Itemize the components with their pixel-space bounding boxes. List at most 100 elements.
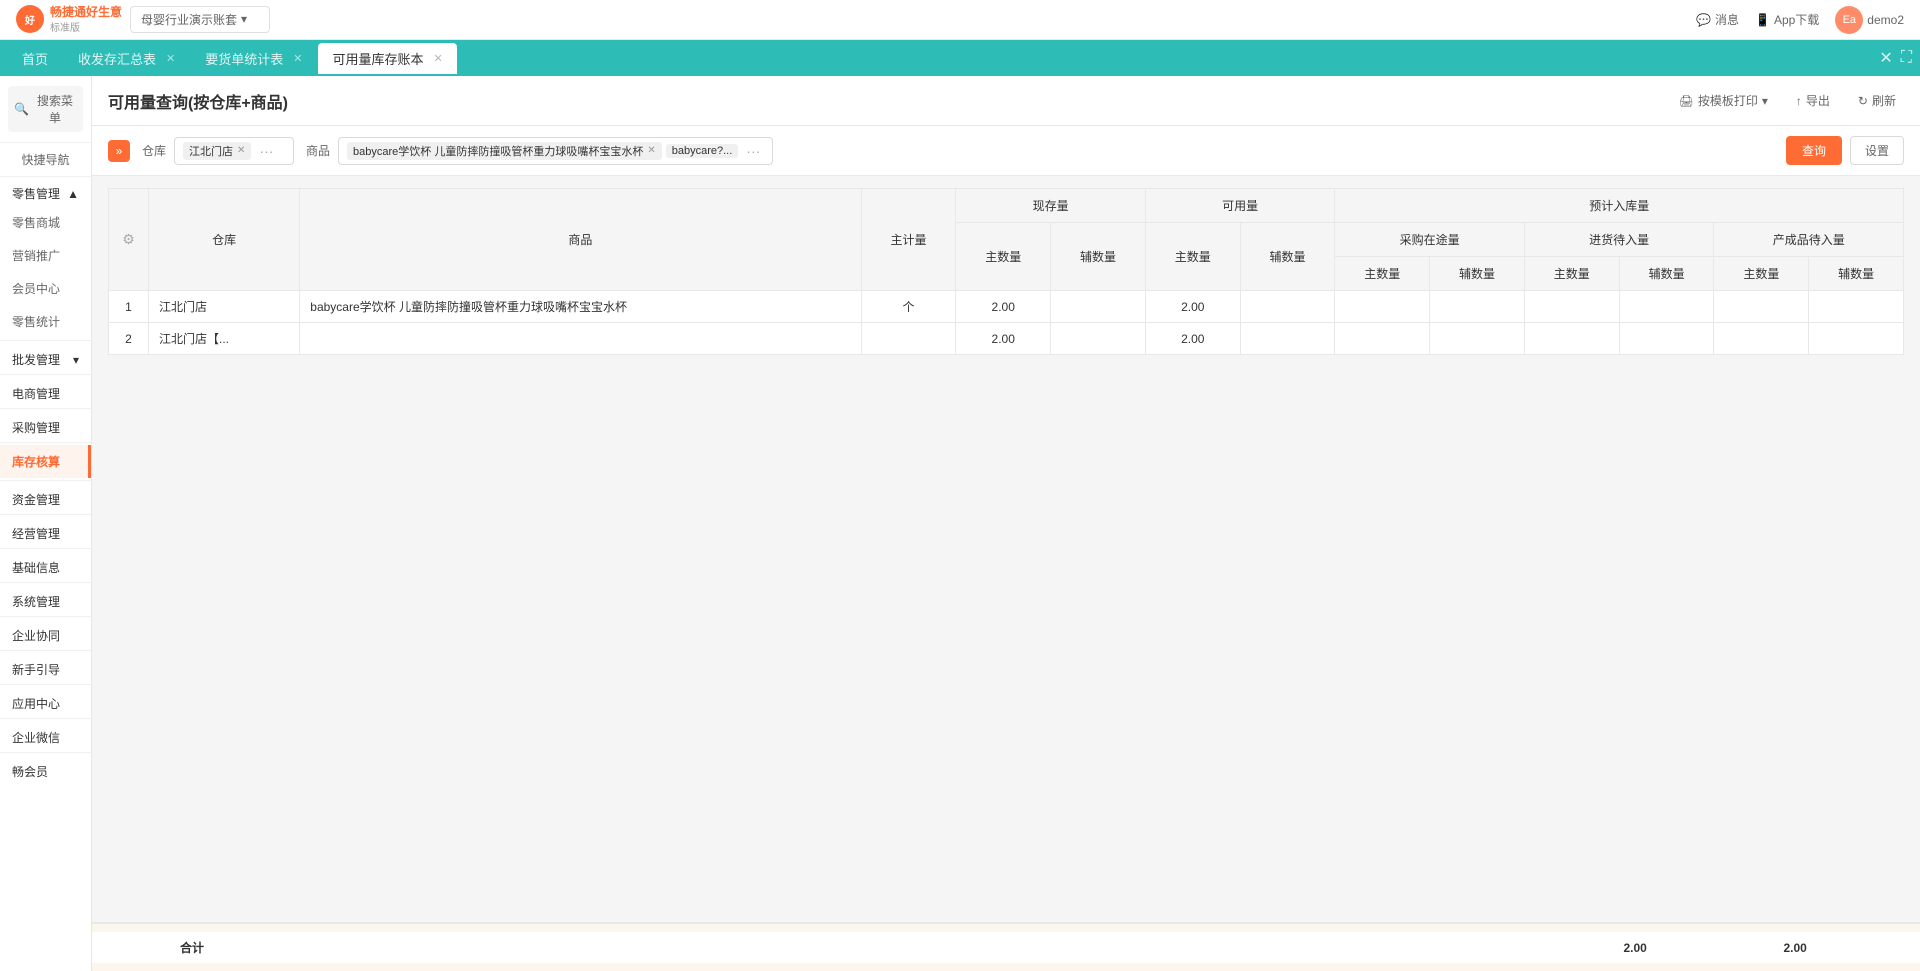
print-template-button[interactable]: 🖨 按模板打印 ▾ [1671,88,1776,113]
cell-pp-main [1714,323,1809,355]
sidebar-section-header-finance[interactable]: 资金管理 [0,483,91,512]
divider-5 [0,480,91,481]
sidebar-section-header-newguide[interactable]: 新手引导 [0,653,91,682]
sidebar-section-header-basic[interactable]: 基础信息 [0,551,91,580]
window-maximize-icon[interactable]: ⛶ [1901,49,1912,67]
logo-text-block: 畅捷通好生意 标准版 [50,5,122,34]
sidebar-section-header-enterprise[interactable]: 企业协同 [0,619,91,648]
cell-ip-aux [1619,291,1714,323]
chevron-icon-2: ▾ [73,353,79,367]
cell-pt-main [1335,323,1430,355]
tab-home[interactable]: 首页 [8,43,62,74]
divider-6 [0,514,91,515]
tab-yaohuo-close[interactable]: ✕ [293,52,302,65]
search-menu-label: 搜索菜单 [33,92,77,126]
cell-ip-aux [1619,323,1714,355]
footer-label: 合计 [132,932,252,963]
footer-empty-1 [92,932,132,963]
warehouse-more-icon[interactable]: ··· [255,143,277,159]
th-pp-aux: 辅数量 [1809,257,1904,291]
data-table: ⚙ 仓库 商品 主计量 现存量 可用量 预计入库量 主数量 辅数量 主数量 辅数… [108,188,1904,355]
divider-3 [0,408,91,409]
cell-pt-aux [1430,323,1525,355]
warehouse-input[interactable]: 江北门店 ✕ ··· [174,137,294,165]
filter-expand-button[interactable]: » [108,140,130,162]
sidebar-section-header-member[interactable]: 畅会员 [0,755,91,784]
sidebar-item-inventory[interactable]: 库存核算 [0,445,91,478]
nav-tabs: 首页 收发存汇总表 ✕ 要货单统计表 ✕ 可用量库存账本 ✕ ✕ ⛶ [0,40,1920,76]
message-button[interactable]: 💬 消息 [1696,11,1739,28]
tab-shoufacun-close[interactable]: ✕ [166,52,175,65]
table-footer: 合计 2.00 2.00 [92,922,1920,971]
sidebar-section-header-wechat[interactable]: 企业微信 [0,721,91,750]
sidebar-section-header-wholesale[interactable]: 批发管理 ▾ [0,343,91,372]
sidebar-item-marketing[interactable]: 营销推广 [0,239,91,272]
export-label: 导出 [1806,92,1830,109]
refresh-button[interactable]: ↻ 刷新 [1850,88,1904,113]
product-tag-1: babycare学饮杯 儿童防摔防撞吸管杯重力球吸嘴杯宝宝水杯 ✕ [347,142,662,160]
table-settings-icon[interactable]: ⚙ [122,231,135,247]
th-pt-main: 主数量 [1335,257,1430,291]
sidebar-item-member-center[interactable]: 会员中心 [0,272,91,305]
product-more-icon[interactable]: ··· [742,143,764,159]
query-button[interactable]: 查询 [1786,136,1842,165]
cell-warehouse: 江北门店 [149,291,300,323]
warehouse-tag-close[interactable]: ✕ [237,145,245,156]
sidebar-item-zero-mall[interactable]: 零售商城 [0,206,91,239]
sidebar-section-zero-retail: 零售管理 ▲ 零售商城 营销推广 会员中心 零售统计 [0,177,91,338]
divider-4 [0,442,91,443]
tab-keyongliang[interactable]: 可用量库存账本 ✕ [318,43,456,74]
sidebar-section-header-zero-retail[interactable]: 零售管理 ▲ [0,177,91,206]
product-tag-2: babycare?... [666,144,739,158]
phone-icon: 📱 [1755,13,1770,27]
th-unit: 主计量 [861,189,956,291]
app-download-button[interactable]: 📱 App下载 [1755,11,1819,28]
window-close-icon[interactable]: ✕ [1879,48,1892,68]
cell-available-main: 2.00 [1145,291,1240,323]
tab-keyongliang-close[interactable]: ✕ [434,52,443,65]
tab-shoufacun-label: 收发存汇总表 [78,49,156,68]
chevron-down-icon: ▾ [241,12,247,26]
th-warehouse: 仓库 [149,189,300,291]
cell-no: 1 [109,291,149,323]
tab-shoufacun[interactable]: 收发存汇总表 ✕ [64,43,189,74]
divider-9 [0,616,91,617]
page-header-actions: 🖨 按模板打印 ▾ ↑ 导出 ↻ 刷新 [1671,88,1904,113]
logo-sub: 标准版 [50,19,122,34]
sidebar-section-header-operation[interactable]: 经营管理 [0,517,91,546]
tab-controls: ✕ ⛶ [1879,48,1912,68]
th-pp-main: 主数量 [1714,257,1809,291]
export-button[interactable]: ↑ 导出 [1788,88,1838,113]
sidebar-section-header-purchase[interactable]: 采购管理 [0,411,91,440]
th-current-aux: 辅数量 [1051,223,1146,291]
tab-home-label: 首页 [22,49,48,68]
footer-current-total: 2.00 [1595,932,1675,963]
divider-1 [0,340,91,341]
cell-product: babycare学饮杯 儿童防摔防撞吸管杯重力球吸嘴杯宝宝水杯 [300,291,861,323]
sidebar-item-quick-nav[interactable]: 快捷导航 [0,143,91,177]
product-input[interactable]: babycare学饮杯 儿童防摔防撞吸管杯重力球吸嘴杯宝宝水杯 ✕ babyca… [338,137,773,165]
settings-button[interactable]: 设置 [1850,136,1904,165]
footer-empty-2 [252,932,1525,963]
product-tag-1-close[interactable]: ✕ [647,145,655,156]
cell-ip-main [1524,291,1619,323]
product-label: 商品 [306,142,330,159]
industry-select[interactable]: 母婴行业演示账套 ▾ [130,6,270,33]
search-menu-button[interactable]: 🔍 搜索菜单 [8,86,83,132]
sidebar: 🔍 搜索菜单 快捷导航 零售管理 ▲ 零售商城 营销推广 会员中心 零售统计 批… [0,76,92,971]
cell-available-main: 2.00 [1145,323,1240,355]
footer-empty-4 [1675,932,1755,963]
sidebar-item-zero-stats[interactable]: 零售统计 [0,305,91,338]
user-profile[interactable]: Ea demo2 [1835,6,1904,34]
sidebar-section-header-system[interactable]: 系统管理 [0,585,91,614]
cell-warehouse: 江北门店【... [149,323,300,355]
divider-13 [0,752,91,753]
tab-yaohuo[interactable]: 要货单统计表 ✕ [191,43,316,74]
th-current-main: 主数量 [956,223,1051,291]
sidebar-section-header-ecommerce[interactable]: 电商管理 [0,377,91,406]
cell-current-main: 2.00 [956,323,1051,355]
chevron-down-icon-print: ▾ [1762,94,1768,108]
footer-available-total: 2.00 [1755,932,1835,963]
content-area: 可用量查询(按仓库+商品) 🖨 按模板打印 ▾ ↑ 导出 ↻ 刷新 [92,76,1920,971]
sidebar-section-header-appcenter[interactable]: 应用中心 [0,687,91,716]
